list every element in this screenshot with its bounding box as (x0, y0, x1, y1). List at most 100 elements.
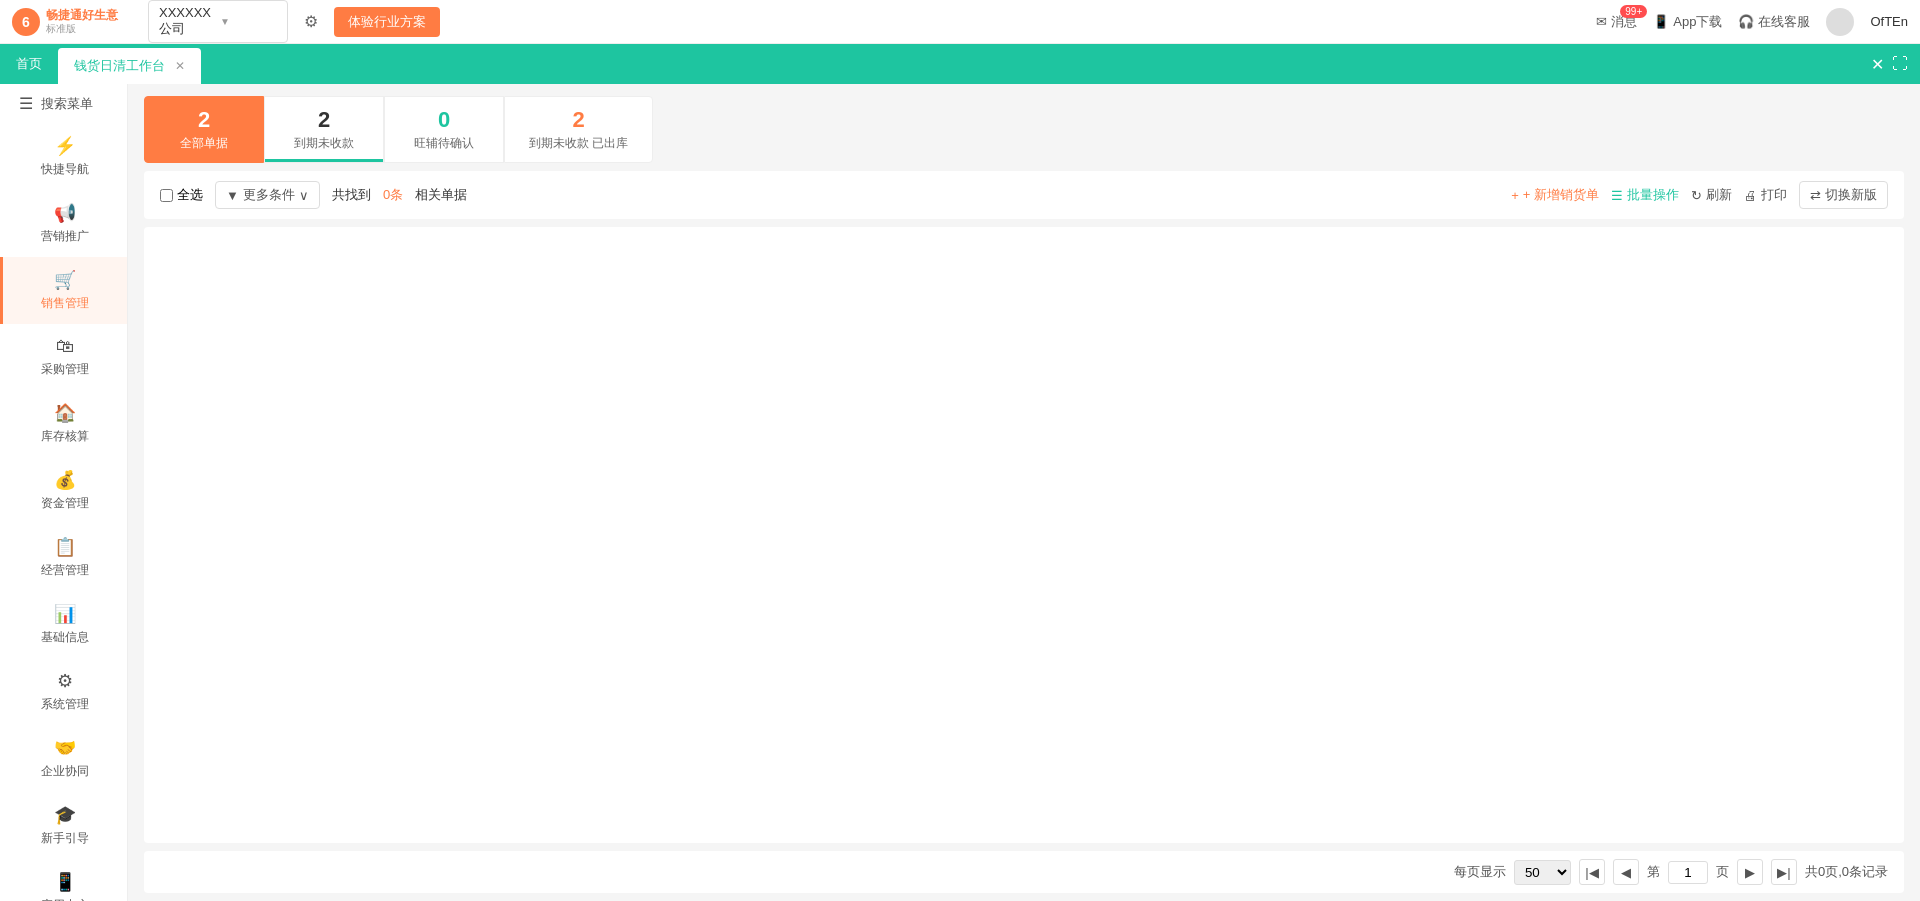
stat-overdue-number: 2 (318, 107, 330, 133)
content-area: 2 全部单据 2 到期未收款 0 旺辅待确认 2 到期未收款 已出库 全选 (128, 84, 1920, 901)
stat-all-number: 2 (198, 107, 210, 133)
app-download-label: App下载 (1673, 13, 1722, 31)
sidebar: ☰ 搜索菜单 ⚡ 快捷导航 📢 营销推广 🛒 销售管理 🛍 采购管理 🏠 库存核… (0, 84, 128, 901)
stat-tab-wangpu[interactable]: 0 旺辅待确认 (384, 96, 504, 163)
stat-shipped-label: 到期未收款 已出库 (529, 135, 628, 152)
tab-workbench-label: 钱货日清工作台 (74, 57, 165, 75)
next-page-button[interactable]: ▶ (1737, 859, 1763, 885)
page-size-select[interactable]: 50 100 200 (1514, 860, 1571, 885)
trial-button[interactable]: 体验行业方案 (334, 7, 440, 37)
batch-label: 批量操作 (1627, 186, 1679, 204)
tab-bar: 首页 钱货日清工作台 ✕ ✕ ⛶ (0, 44, 1920, 84)
stat-all-label: 全部单据 (180, 135, 228, 152)
logo-icon: 6 (12, 8, 40, 36)
tab-minimize-icon[interactable]: ✕ (1871, 55, 1884, 74)
refresh-button[interactable]: ↻ 刷新 (1691, 186, 1732, 204)
refresh-icon: ↻ (1691, 188, 1702, 203)
sidebar-item-enterprise-collab[interactable]: 🤝 企业协同 (0, 725, 127, 792)
found-count: 0条 (383, 186, 403, 204)
filter-button[interactable]: ▼ 更多条件 ∨ (215, 181, 320, 209)
sidebar-guide-label: 新手引导 (41, 830, 89, 847)
page-unit: 页 (1716, 863, 1729, 881)
logo-title: 畅捷通好生意 (46, 8, 118, 22)
message-badge: 99+ (1620, 5, 1647, 18)
add-label: + 新增销货单 (1523, 186, 1599, 204)
avatar-image (1826, 8, 1854, 36)
sidebar-item-sales[interactable]: 🛒 销售管理 (0, 257, 127, 324)
first-page-button[interactable]: |◀ (1579, 859, 1605, 885)
sidebar-item-system[interactable]: ⚙ 系统管理 (0, 658, 127, 725)
page-input[interactable] (1668, 861, 1708, 884)
page-label: 第 (1647, 863, 1660, 881)
stat-tab-shipped[interactable]: 2 到期未收款 已出库 (504, 96, 653, 163)
enterprise-icon: 🤝 (54, 737, 76, 759)
download-icon: 📱 (1653, 14, 1669, 29)
sidebar-sales-label: 销售管理 (41, 295, 89, 312)
company-name: XXXXXX公司 (159, 5, 216, 38)
print-icon: 🖨 (1744, 188, 1757, 203)
tab-bar-actions: ✕ ⛶ (1871, 55, 1920, 74)
sidebar-item-guide[interactable]: 🎓 新手引导 (0, 792, 127, 859)
online-service-button[interactable]: 🎧 在线客服 (1738, 13, 1810, 31)
stat-overdue-label: 到期未收款 (294, 135, 354, 152)
sidebar-item-inventory[interactable]: 🏠 库存核算 (0, 390, 127, 457)
logo-area: 6 畅捷通好生意 标准版 (12, 8, 140, 36)
sidebar-item-app-center[interactable]: 📱 应用中心 (0, 859, 127, 901)
stat-shipped-number: 2 (573, 107, 585, 133)
select-all-input[interactable] (160, 189, 173, 202)
sidebar-item-finance[interactable]: 💰 资金管理 (0, 457, 127, 524)
page-size-label: 每页显示 (1454, 863, 1506, 881)
stats-tabs: 2 全部单据 2 到期未收款 0 旺辅待确认 2 到期未收款 已出库 (128, 84, 1920, 163)
sidebar-quicknav-label: 快捷导航 (41, 161, 89, 178)
switch-icon: ⇄ (1810, 188, 1821, 203)
chevron-down-icon: ▼ (220, 16, 277, 27)
sidebar-appcenter-label: 应用中心 (41, 897, 89, 901)
print-button[interactable]: 🖨 打印 (1744, 186, 1787, 204)
sidebar-item-quicknav[interactable]: ⚡ 快捷导航 (0, 123, 127, 190)
tab-work-bench[interactable]: 钱货日清工作台 ✕ (58, 48, 201, 84)
sidebar-item-operations[interactable]: 📋 经营管理 (0, 524, 127, 591)
stat-tab-overdue[interactable]: 2 到期未收款 (264, 96, 384, 163)
user-avatar[interactable] (1826, 8, 1854, 36)
batch-operation-button[interactable]: ☰ 批量操作 (1611, 186, 1679, 204)
switch-version-button[interactable]: ⇄ 切换新版 (1799, 181, 1888, 209)
sidebar-item-basic-info[interactable]: 📊 基础信息 (0, 591, 127, 658)
app-center-icon: 📱 (54, 871, 76, 893)
toolbar-right: + + 新增销货单 ☰ 批量操作 ↻ 刷新 🖨 打印 ⇄ 切换新版 (1511, 181, 1888, 209)
prev-page-button[interactable]: ◀ (1613, 859, 1639, 885)
sidebar-collab-label: 企业协同 (41, 763, 89, 780)
sidebar-inventory-label: 库存核算 (41, 428, 89, 445)
filter-chevron-icon: ∨ (299, 188, 309, 203)
online-service-label: 在线客服 (1758, 13, 1810, 31)
found-prefix: 共找到 (332, 186, 371, 204)
last-page-button[interactable]: ▶| (1771, 859, 1797, 885)
main-layout: ☰ 搜索菜单 ⚡ 快捷导航 📢 营销推广 🛒 销售管理 🛍 采购管理 🏠 库存核… (0, 84, 1920, 901)
purchase-icon: 🛍 (56, 336, 74, 357)
logo-text: 畅捷通好生意 标准版 (46, 8, 118, 34)
stat-tab-all[interactable]: 2 全部单据 (144, 96, 264, 163)
tab-close-icon[interactable]: ✕ (175, 59, 185, 73)
guide-icon: 🎓 (54, 804, 76, 826)
pagination-bar: 每页显示 50 100 200 |◀ ◀ 第 页 ▶ ▶| 共0页,0条记录 (144, 851, 1904, 893)
sidebar-item-marketing[interactable]: 📢 营销推广 (0, 190, 127, 257)
switch-label: 切换新版 (1825, 186, 1877, 204)
finance-icon: 💰 (54, 469, 76, 491)
stat-wangpu-number: 0 (438, 107, 450, 133)
add-sale-button[interactable]: + + 新增销货单 (1511, 186, 1599, 204)
sidebar-item-purchase[interactable]: 🛍 采购管理 (0, 324, 127, 390)
sidebar-basicinfo-label: 基础信息 (41, 629, 89, 646)
settings-button[interactable]: ⚙ (296, 7, 326, 37)
message-button[interactable]: ✉ 消息 99+ (1596, 13, 1637, 31)
tab-maximize-icon[interactable]: ⛶ (1892, 55, 1908, 73)
select-all-checkbox[interactable]: 全选 (160, 186, 203, 204)
print-label: 打印 (1761, 186, 1787, 204)
logo-sub: 标准版 (46, 23, 118, 35)
system-icon: ⚙ (57, 670, 73, 692)
table-area (144, 227, 1904, 843)
sidebar-item-search[interactable]: ☰ 搜索菜单 (0, 84, 127, 123)
tab-home[interactable]: 首页 (0, 44, 58, 84)
company-selector[interactable]: XXXXXX公司 ▼ (148, 0, 288, 43)
sidebar-search-label: 搜索菜单 (41, 95, 93, 113)
app-download-button[interactable]: 📱 App下载 (1653, 13, 1722, 31)
username-label: OfTEn (1870, 14, 1908, 29)
